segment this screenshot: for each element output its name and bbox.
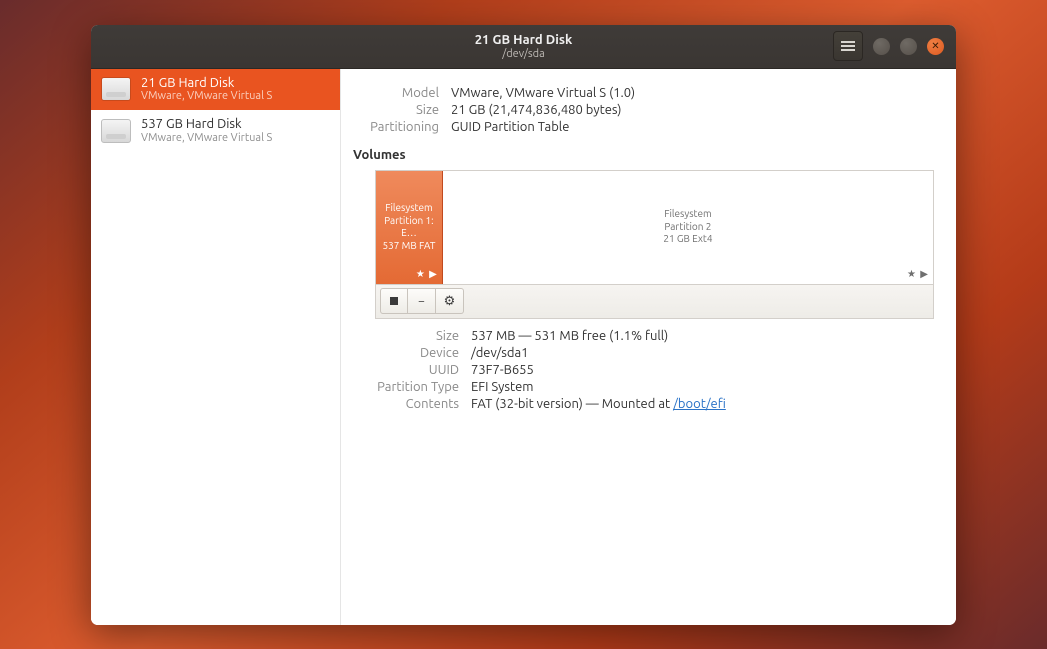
- window-title: 21 GB Hard Disk: [91, 33, 956, 47]
- minimize-button[interactable]: [873, 38, 890, 55]
- partition-details: Size 537 MB — 531 MB free (1.1% full) De…: [351, 329, 934, 411]
- delete-partition-button[interactable]: −: [408, 288, 436, 314]
- volume-toolbar: − ⚙: [375, 285, 934, 319]
- hard-disk-icon: [101, 119, 131, 143]
- label-model: Model: [351, 86, 451, 100]
- label-ptype: Partition Type: [351, 380, 471, 394]
- disk-sub: VMware, VMware Virtual S: [141, 132, 272, 145]
- part-sub2: 21 GB Ext4: [663, 233, 712, 246]
- row-psize: Size 537 MB — 531 MB free (1.1% full): [351, 329, 934, 343]
- value-partitioning: GUID Partition Table: [451, 120, 569, 134]
- row-device: Device /dev/sda1: [351, 346, 934, 360]
- titlebar[interactable]: 21 GB Hard Disk /dev/sda ✕: [91, 25, 956, 69]
- value-ptype: EFI System: [471, 380, 533, 394]
- value-uuid: 73F7-B655: [471, 363, 534, 377]
- partition-1[interactable]: Filesystem Partition 2 21 GB Ext4 ★ ▶: [443, 171, 933, 284]
- content-pane: Model VMware, VMware Virtual S (1.0) Siz…: [341, 69, 956, 625]
- hamburger-icon: [841, 41, 855, 51]
- row-ptype: Partition Type EFI System: [351, 380, 934, 394]
- minus-icon: −: [418, 295, 425, 308]
- sidebar-disk-labels: 537 GB Hard Disk VMware, VMware Virtual …: [141, 117, 272, 145]
- disk-name: 537 GB Hard Disk: [141, 117, 272, 132]
- unmount-button[interactable]: [380, 288, 408, 314]
- maximize-button[interactable]: [900, 38, 917, 55]
- value-size: 21 GB (21,474,836,480 bytes): [451, 103, 621, 117]
- part-sub2: 537 MB FAT: [382, 240, 436, 253]
- partition-label: Filesystem Partition 1: E… 537 MB FAT: [376, 202, 442, 252]
- disk-sub: VMware, VMware Virtual S: [141, 90, 272, 103]
- app-menu-button[interactable]: [833, 31, 863, 61]
- sidebar-disk-labels: 21 GB Hard Disk VMware, VMware Virtual S: [141, 76, 272, 104]
- value-psize: 537 MB — 531 MB free (1.1% full): [471, 329, 668, 343]
- mount-indicator-icon: ★ ▶: [416, 268, 438, 281]
- device-sidebar: 21 GB Hard Disk VMware, VMware Virtual S…: [91, 69, 341, 625]
- part-sub1: Partition 2: [663, 221, 712, 234]
- sidebar-disk-0[interactable]: 21 GB Hard Disk VMware, VMware Virtual S: [91, 69, 340, 111]
- hard-disk-icon: [101, 77, 131, 101]
- part-sub1: Partition 1: E…: [382, 215, 436, 240]
- label-contents: Contents: [351, 397, 471, 411]
- row-contents: Contents FAT (32-bit version) — Mounted …: [351, 397, 934, 411]
- label-size: Size: [351, 103, 451, 117]
- gear-icon: ⚙: [444, 294, 456, 309]
- partition-options-button[interactable]: ⚙: [436, 288, 464, 314]
- row-partitioning: Partitioning GUID Partition Table: [351, 120, 934, 134]
- window-subtitle: /dev/sda: [91, 48, 956, 60]
- sidebar-disk-1[interactable]: 537 GB Hard Disk VMware, VMware Virtual …: [91, 110, 340, 152]
- window-title-block: 21 GB Hard Disk /dev/sda: [91, 33, 956, 60]
- window-controls: ✕: [873, 38, 944, 55]
- mount-point-link[interactable]: /boot/efi: [673, 397, 726, 411]
- row-uuid: UUID 73F7-B655: [351, 363, 934, 377]
- contents-text: FAT (32-bit version) — Mounted at: [471, 397, 673, 411]
- label-uuid: UUID: [351, 363, 471, 377]
- row-size: Size 21 GB (21,474,836,480 bytes): [351, 103, 934, 117]
- disk-name: 21 GB Hard Disk: [141, 76, 272, 91]
- partition-label: Filesystem Partition 2 21 GB Ext4: [657, 208, 718, 246]
- disks-window: 21 GB Hard Disk /dev/sda ✕ 21 GB Hard Di…: [91, 25, 956, 625]
- window-body: 21 GB Hard Disk VMware, VMware Virtual S…: [91, 69, 956, 625]
- label-psize: Size: [351, 329, 471, 343]
- value-model: VMware, VMware Virtual S (1.0): [451, 86, 635, 100]
- label-device: Device: [351, 346, 471, 360]
- mount-indicator-icon: ★ ▶: [907, 268, 929, 281]
- close-button[interactable]: ✕: [927, 38, 944, 55]
- value-contents: FAT (32-bit version) — Mounted at /boot/…: [471, 397, 726, 411]
- partition-0[interactable]: Filesystem Partition 1: E… 537 MB FAT ★ …: [376, 171, 443, 284]
- volumes-heading: Volumes: [353, 148, 934, 162]
- part-title: Filesystem: [382, 202, 436, 215]
- label-partitioning: Partitioning: [351, 120, 451, 134]
- stop-icon: [390, 297, 398, 305]
- part-title: Filesystem: [663, 208, 712, 221]
- row-model: Model VMware, VMware Virtual S (1.0): [351, 86, 934, 100]
- volumes-diagram: Filesystem Partition 1: E… 537 MB FAT ★ …: [375, 170, 934, 285]
- value-device: /dev/sda1: [471, 346, 529, 360]
